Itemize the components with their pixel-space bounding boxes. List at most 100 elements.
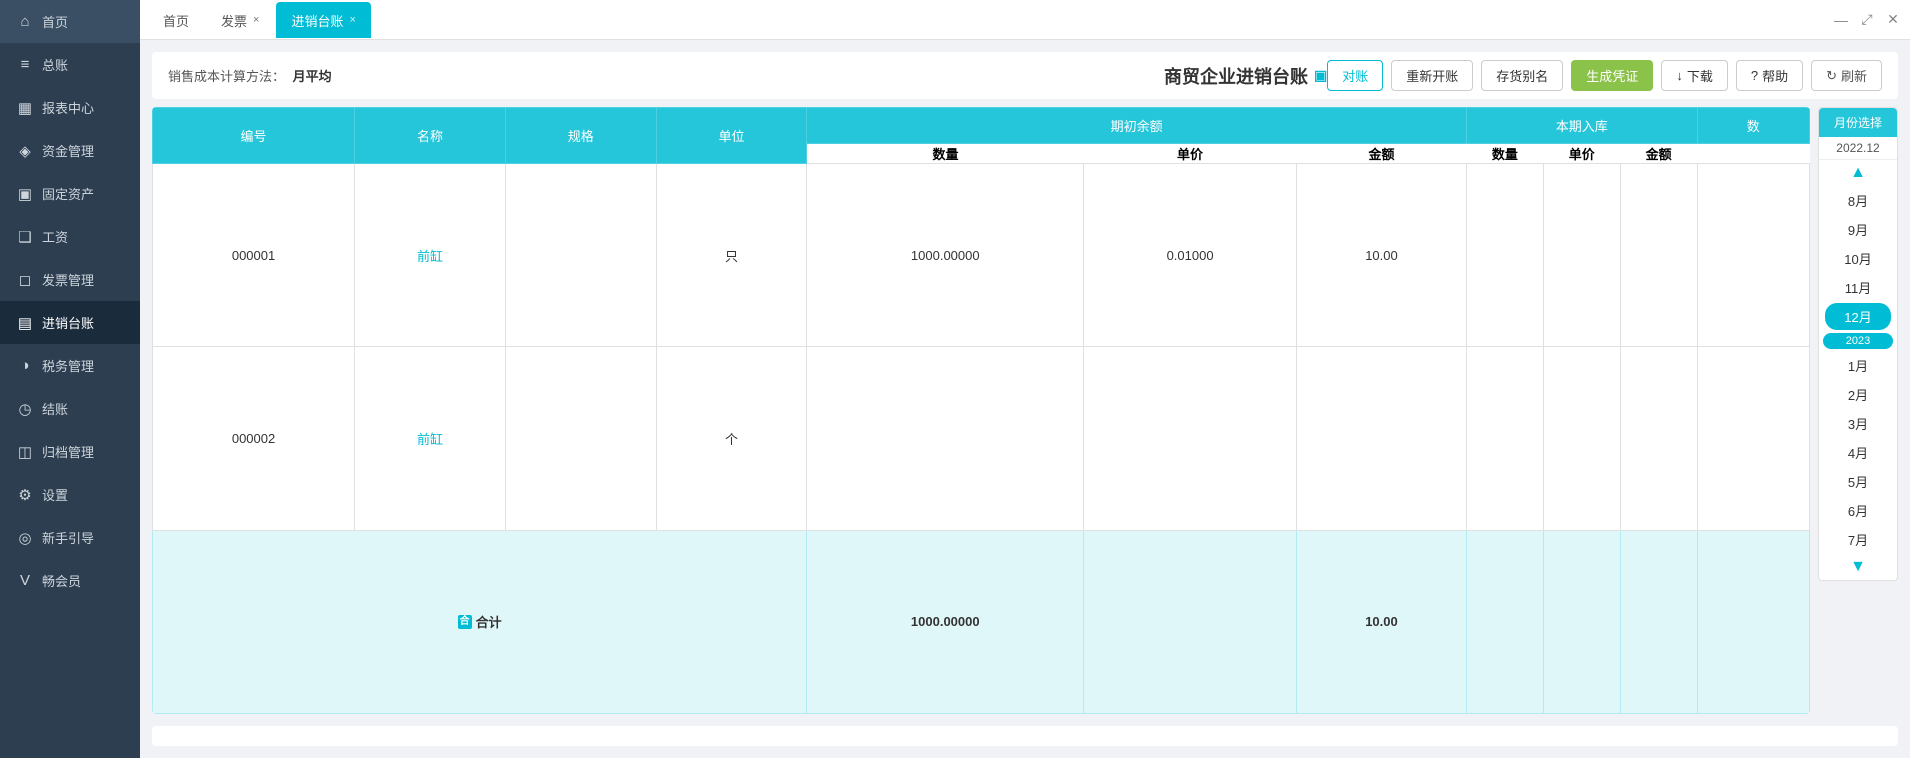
row2-spec	[505, 347, 656, 530]
sidebar-label-salary: 工资	[42, 227, 68, 246]
help-button[interactable]: ? 帮助	[1736, 60, 1803, 91]
row1-unit: 只	[656, 164, 807, 347]
row1-in-qty	[1466, 164, 1543, 347]
row2-in-qty	[1466, 347, 1543, 530]
reopen-button[interactable]: 重新开账	[1391, 60, 1473, 91]
month-3[interactable]: 3月	[1819, 409, 1897, 438]
refresh-button[interactable]: ↻ 刷新	[1811, 60, 1882, 91]
tab-home[interactable]: 首页	[148, 2, 204, 38]
total-in-amount	[1620, 530, 1697, 713]
month-nav-down[interactable]: ▼	[1819, 554, 1897, 580]
row2-opening-qty	[807, 347, 1084, 530]
row1-opening-price: 0.01000	[1084, 164, 1297, 347]
month-7[interactable]: 7月	[1819, 525, 1897, 554]
col-opening-balance: 期初余额	[807, 108, 1467, 144]
sidebar-label-invoice-mgr: 发票管理	[42, 270, 94, 289]
total-opening-qty: 1000.00000	[807, 530, 1084, 713]
maximize-button[interactable]: ⤢	[1858, 11, 1876, 29]
scrollbar-area[interactable]	[152, 726, 1898, 746]
sidebar-item-assets[interactable]: ▣ 固定资产	[0, 172, 140, 215]
content-row: 编号 名称 规格 单位 期初余额 本期入库 数 数量 单价 金额 数	[152, 107, 1898, 714]
sidebar-label-assets: 固定资产	[42, 184, 94, 203]
invoice-mgr-icon: ◻	[16, 271, 34, 289]
home-icon: ⌂	[16, 13, 34, 30]
sidebar-item-guide[interactable]: ◎ 新手引导	[0, 516, 140, 559]
month-nav-up[interactable]: ▲	[1819, 160, 1897, 186]
save-alias-button[interactable]: 存货别名	[1481, 60, 1563, 91]
tab-stock[interactable]: 进销台账 ×	[276, 2, 370, 38]
close-button[interactable]: ✕	[1884, 11, 1902, 29]
month-6[interactable]: 6月	[1819, 496, 1897, 525]
tax-icon: ◑	[16, 357, 34, 374]
total-label-cell: 合 合计	[153, 530, 807, 713]
row2-unit: 个	[656, 347, 807, 530]
month-10[interactable]: 10月	[1819, 244, 1897, 273]
window-controls: — ⤢ ✕	[1832, 11, 1902, 29]
col-unit: 单位	[656, 108, 807, 164]
month-9[interactable]: 9月	[1819, 215, 1897, 244]
col-spec: 规格	[505, 108, 656, 164]
page-content: 销售成本计算方法： 月平均 商贸企业进销台账 ▣ 对账 重新开账 存货别名 生成…	[140, 40, 1910, 758]
sidebar-label-stock: 进销台账	[42, 313, 94, 332]
total-in-price	[1543, 530, 1620, 713]
sidebar-item-tax[interactable]: ◑ 税务管理	[0, 344, 140, 387]
month-8[interactable]: 8月	[1819, 186, 1897, 215]
sidebar-label-settings: 设置	[42, 485, 68, 504]
total-icon: 合	[458, 615, 472, 629]
header-bar: 销售成本计算方法： 月平均 商贸企业进销台账 ▣ 对账 重新开账 存货别名 生成…	[152, 52, 1898, 99]
reports-icon: ▦	[16, 99, 34, 117]
sidebar-label-home: 首页	[42, 12, 68, 31]
assets-icon: ▣	[16, 185, 34, 203]
sidebar-item-close[interactable]: ◷ 结账	[0, 387, 140, 430]
col-name: 名称	[355, 108, 506, 164]
tab-invoice-label: 发票	[221, 11, 247, 30]
main-area: 首页 发票 × 进销台账 × — ⤢ ✕ 销售成本计算方法： 月平均 商贸企业进…	[140, 0, 1910, 758]
settings-icon: ⚙	[16, 486, 34, 504]
salary-icon: ❑	[16, 228, 34, 246]
row2-code: 000002	[153, 347, 355, 530]
info-icon[interactable]: ▣	[1314, 67, 1327, 84]
month-11[interactable]: 11月	[1819, 273, 1897, 302]
tab-stock-label: 进销台账	[291, 11, 343, 30]
month-1[interactable]: 1月	[1819, 351, 1897, 380]
refresh-icon: ↻	[1826, 68, 1837, 84]
tab-stock-close[interactable]: ×	[349, 14, 355, 26]
tab-invoice[interactable]: 发票 ×	[206, 2, 274, 38]
sidebar-item-stock[interactable]: ▤ 进销台账	[0, 301, 140, 344]
month-picker-title: 月份选择	[1819, 108, 1897, 137]
month-2[interactable]: 2月	[1819, 380, 1897, 409]
tab-invoice-close[interactable]: ×	[253, 14, 259, 26]
sidebar-label-archive: 归档管理	[42, 442, 94, 461]
close-acct-icon: ◷	[16, 400, 34, 418]
download-button[interactable]: ↓ 下载	[1661, 60, 1728, 91]
sidebar-item-archive[interactable]: ◫ 归档管理	[0, 430, 140, 473]
sidebar-item-home[interactable]: ⌂ 首页	[0, 0, 140, 43]
minimize-button[interactable]: —	[1832, 11, 1850, 29]
month-5[interactable]: 5月	[1819, 467, 1897, 496]
row2-opening-price	[1084, 347, 1297, 530]
sidebar-item-ledger[interactable]: ≡ 总账	[0, 43, 140, 86]
total-opening-price	[1084, 530, 1297, 713]
generate-voucher-button[interactable]: 生成凭证	[1571, 60, 1653, 91]
funds-icon: ◈	[16, 142, 34, 160]
sidebar-label-guide: 新手引导	[42, 528, 94, 547]
row2-extra	[1697, 347, 1809, 530]
table-container[interactable]: 编号 名称 规格 单位 期初余额 本期入库 数 数量 单价 金额 数	[152, 107, 1810, 714]
sidebar-label-close: 结账	[42, 399, 68, 418]
sidebar-label-member: 畅会员	[42, 571, 81, 590]
month-12[interactable]: 12月	[1825, 303, 1891, 330]
reconcile-button[interactable]: 对账	[1327, 60, 1383, 91]
sidebar-label-tax: 税务管理	[42, 356, 94, 375]
month-4[interactable]: 4月	[1819, 438, 1897, 467]
table-row: 000001 前缸 只 1000.00000 0.01000 10.00	[153, 164, 1810, 347]
sidebar-item-member[interactable]: V 畅会员	[0, 559, 140, 602]
row1-in-amount	[1620, 164, 1697, 347]
row2-in-amount	[1620, 347, 1697, 530]
sidebar-item-funds[interactable]: ◈ 资金管理	[0, 129, 140, 172]
total-in-qty	[1466, 530, 1543, 713]
col-current-out-label: 数	[1697, 108, 1809, 144]
sidebar-item-reports[interactable]: ▦ 报表中心	[0, 86, 140, 129]
sidebar-item-invoice-mgr[interactable]: ◻ 发票管理	[0, 258, 140, 301]
sidebar-item-settings[interactable]: ⚙ 设置	[0, 473, 140, 516]
sidebar-item-salary[interactable]: ❑ 工资	[0, 215, 140, 258]
